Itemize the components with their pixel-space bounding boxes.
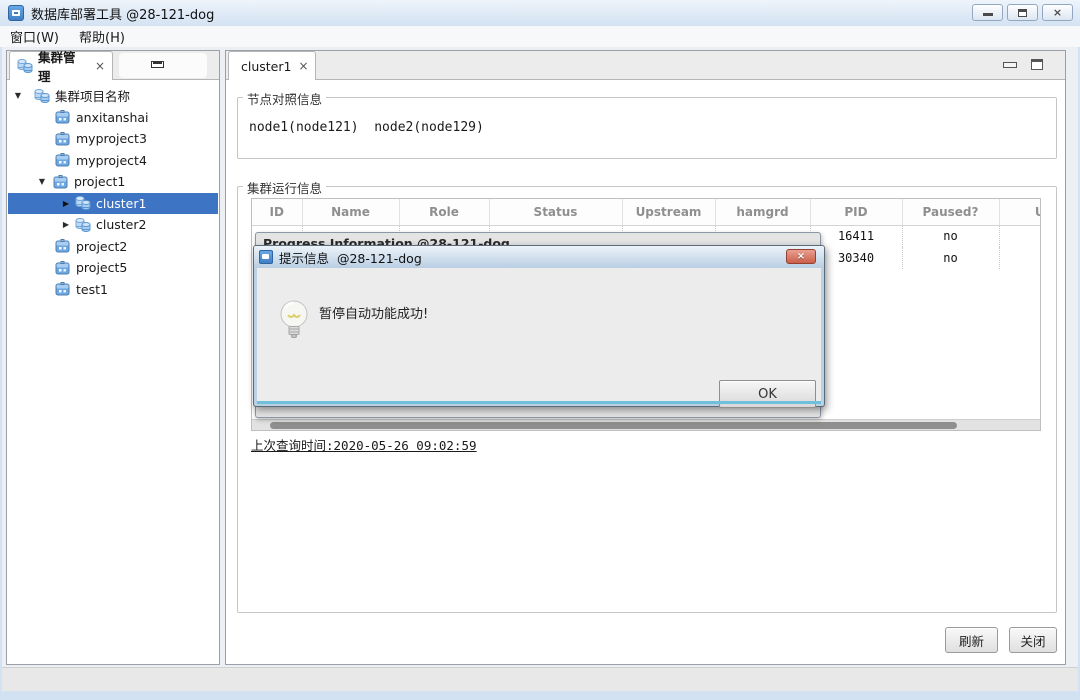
- col-name[interactable]: Name: [302, 199, 400, 226]
- window-restore-button[interactable]: [1007, 4, 1038, 21]
- col-id[interactable]: ID: [252, 199, 303, 226]
- expander-right-icon[interactable]: ▶: [59, 220, 73, 229]
- status-strip: [2, 667, 1078, 691]
- table-header-row: ID Name Role Status Upstream hamgrd PID …: [252, 199, 1040, 226]
- tab-label: cluster1: [241, 58, 292, 74]
- tab-cluster1[interactable]: cluster1 ×: [228, 51, 316, 80]
- dialog-title: 提示信息 @28-121-dog: [279, 250, 422, 266]
- refresh-button[interactable]: 刷新: [945, 627, 998, 653]
- close-icon: ×: [1052, 6, 1063, 19]
- table-horizontal-scrollbar[interactable]: [252, 419, 1040, 430]
- project-icon: [55, 260, 70, 275]
- editor-tabstrip: cluster1 ×: [226, 51, 1065, 80]
- window-close-button[interactable]: ×: [1042, 4, 1073, 21]
- cluster-project-tree: ▼ 集群项目名称 anxitanshai myproject3 myprojec…: [8, 85, 218, 663]
- app-icon: [259, 250, 273, 264]
- database-icon: [34, 88, 50, 103]
- tab-label: 集群管理: [37, 50, 76, 84]
- node-mapping-text: node1(node121) node2(node129): [249, 120, 484, 135]
- tree-item-test1[interactable]: test1: [8, 279, 218, 301]
- dialog-close-button[interactable]: ×: [786, 249, 816, 264]
- project-icon: [55, 131, 70, 146]
- lightbulb-icon: [279, 299, 309, 339]
- left-tabstrip: 集群管理 ×: [7, 50, 219, 84]
- tab-close-icon[interactable]: ×: [95, 60, 105, 72]
- cluster-management-view: 集群管理 × ▼ 集群项目名称 anxitanshai myproject3 m…: [6, 50, 220, 665]
- col-upstream[interactable]: Upstream: [622, 199, 716, 226]
- view-minimize-icon[interactable]: [151, 61, 164, 68]
- editor-minimize-icon[interactable]: [1003, 62, 1017, 68]
- minimize-icon: [982, 13, 993, 16]
- project-icon: [55, 282, 70, 296]
- tree-item-project2[interactable]: project2: [8, 236, 218, 258]
- window-titlebar: 数据库部署工具 @28-121-dog ×: [0, 0, 1080, 26]
- project-icon: [53, 174, 68, 189]
- dialog-titlebar[interactable]: 提示信息 @28-121-dog ×: [254, 246, 824, 268]
- expander-down-icon[interactable]: ▼: [35, 177, 49, 186]
- col-status[interactable]: Status: [489, 199, 623, 226]
- database-icon: [75, 217, 91, 232]
- tab-cluster-management[interactable]: 集群管理 ×: [9, 50, 113, 84]
- node-info-group: 节点对照信息 node1(node121) node2(node129): [237, 89, 1057, 159]
- database-icon: [75, 196, 91, 211]
- message-dialog: 提示信息 @28-121-dog × 暂停自动功能成功! OK: [253, 245, 825, 408]
- col-pid[interactable]: PID: [810, 199, 903, 226]
- col-upst[interactable]: Upst: [999, 199, 1040, 226]
- cell-paused: no: [902, 225, 1000, 247]
- view-toolbar: [119, 53, 207, 78]
- cell-upst: 1se: [999, 247, 1040, 269]
- cell-paused: no: [902, 247, 1000, 269]
- cell-upst: [999, 225, 1040, 247]
- last-query-time: 上次查询时间:2020-05-26 09:02:59: [251, 438, 477, 453]
- window-title: 数据库部署工具 @28-121-dog: [31, 7, 215, 23]
- menu-bar: 窗口(W) 帮助(H): [0, 26, 1080, 47]
- project-icon: [55, 110, 70, 124]
- tree-item-project1[interactable]: ▼ project1: [8, 171, 218, 193]
- restore-icon: [1018, 8, 1027, 17]
- tree-item-root[interactable]: ▼ 集群项目名称: [8, 85, 218, 107]
- dialog-bottom-accent: [257, 401, 821, 404]
- group-title: 集群运行信息: [243, 178, 327, 197]
- col-role[interactable]: Role: [399, 199, 490, 226]
- cell-pid: 16411: [810, 225, 903, 247]
- menu-window[interactable]: 窗口(W): [0, 25, 69, 48]
- col-hamgrd[interactable]: hamgrd: [715, 199, 811, 226]
- editor-maximize-icon[interactable]: [1031, 59, 1043, 70]
- tree-item-cluster2[interactable]: ▶ cluster2: [8, 214, 218, 236]
- close-icon: ×: [796, 250, 806, 262]
- expander-down-icon[interactable]: ▼: [11, 91, 25, 100]
- tree-item-anxitanshai[interactable]: anxitanshai: [8, 107, 218, 129]
- col-paused[interactable]: Paused?: [902, 199, 1000, 226]
- tree-item-cluster1[interactable]: ▶ cluster1: [8, 192, 218, 214]
- dialog-message: 暂停自动功能成功!: [319, 307, 429, 322]
- database-icon: [17, 59, 33, 73]
- project-icon: [55, 153, 70, 167]
- tree-item-myproject3[interactable]: myproject3: [8, 128, 218, 150]
- group-title: 节点对照信息: [243, 89, 327, 108]
- expander-right-icon[interactable]: ▶: [59, 199, 73, 208]
- tree-item-project5[interactable]: project5: [8, 257, 218, 279]
- dialog-body: 暂停自动功能成功! OK: [257, 268, 821, 408]
- scrollbar-thumb[interactable]: [270, 422, 957, 429]
- tab-close-icon[interactable]: ×: [298, 60, 308, 72]
- app-icon: [8, 5, 24, 21]
- window-minimize-button[interactable]: [972, 4, 1003, 21]
- close-button[interactable]: 关闭: [1009, 627, 1057, 653]
- project-icon: [55, 239, 70, 253]
- menu-help[interactable]: 帮助(H): [69, 25, 135, 48]
- tree-item-myproject4[interactable]: myproject4: [8, 150, 218, 172]
